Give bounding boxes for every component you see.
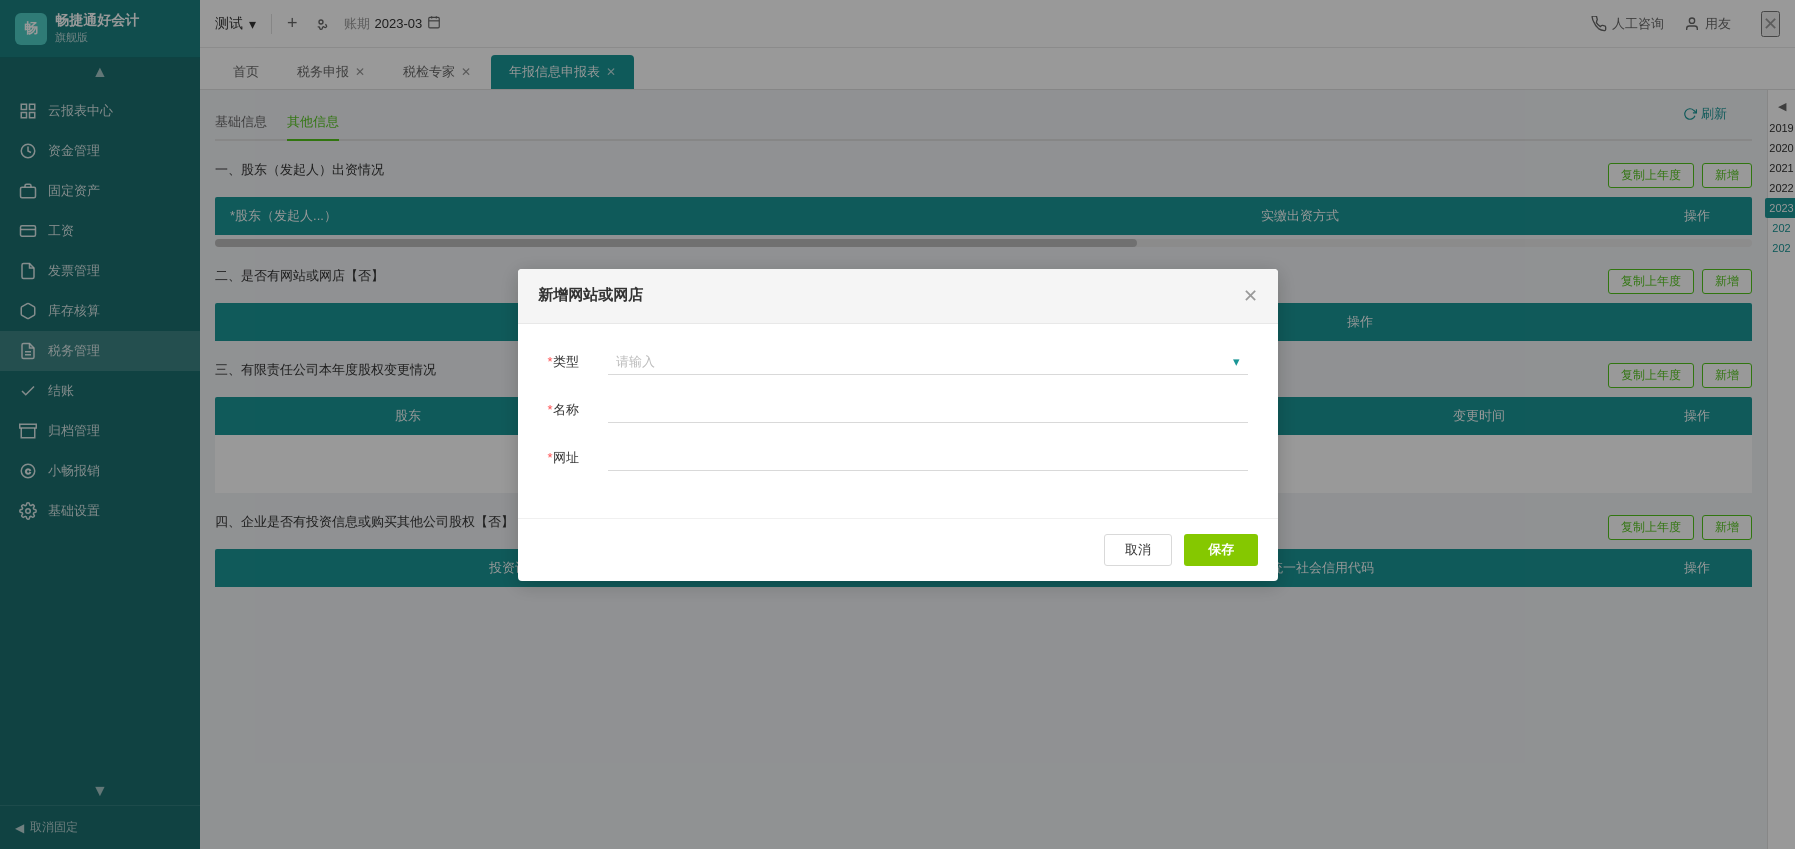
- dialog-body: *类型 ▾ *名称 *网址: [518, 324, 1278, 518]
- dialog-footer: 取消 保存: [518, 518, 1278, 581]
- save-button[interactable]: 保存: [1184, 534, 1258, 566]
- form-field-type: *类型 ▾: [548, 349, 1248, 375]
- name-label: *名称: [548, 401, 608, 419]
- name-input[interactable]: [608, 397, 1248, 423]
- url-input[interactable]: [608, 445, 1248, 471]
- form-field-url: *网址: [548, 445, 1248, 471]
- add-website-dialog: 新增网站或网店 ✕ *类型 ▾ *名称 *网址: [518, 269, 1278, 581]
- type-label: *类型: [548, 353, 608, 371]
- dialog-overlay: 新增网站或网店 ✕ *类型 ▾ *名称 *网址: [0, 0, 1795, 849]
- type-input[interactable]: [608, 349, 1225, 374]
- form-field-name: *名称: [548, 397, 1248, 423]
- dialog-title: 新增网站或网店: [538, 286, 643, 305]
- dropdown-arrow-icon: ▾: [1225, 354, 1248, 369]
- dialog-header: 新增网站或网店 ✕: [518, 269, 1278, 324]
- cancel-button[interactable]: 取消: [1104, 534, 1172, 566]
- url-label: *网址: [548, 449, 608, 467]
- dialog-close-button[interactable]: ✕: [1243, 285, 1258, 307]
- type-select-wrapper[interactable]: ▾: [608, 349, 1248, 375]
